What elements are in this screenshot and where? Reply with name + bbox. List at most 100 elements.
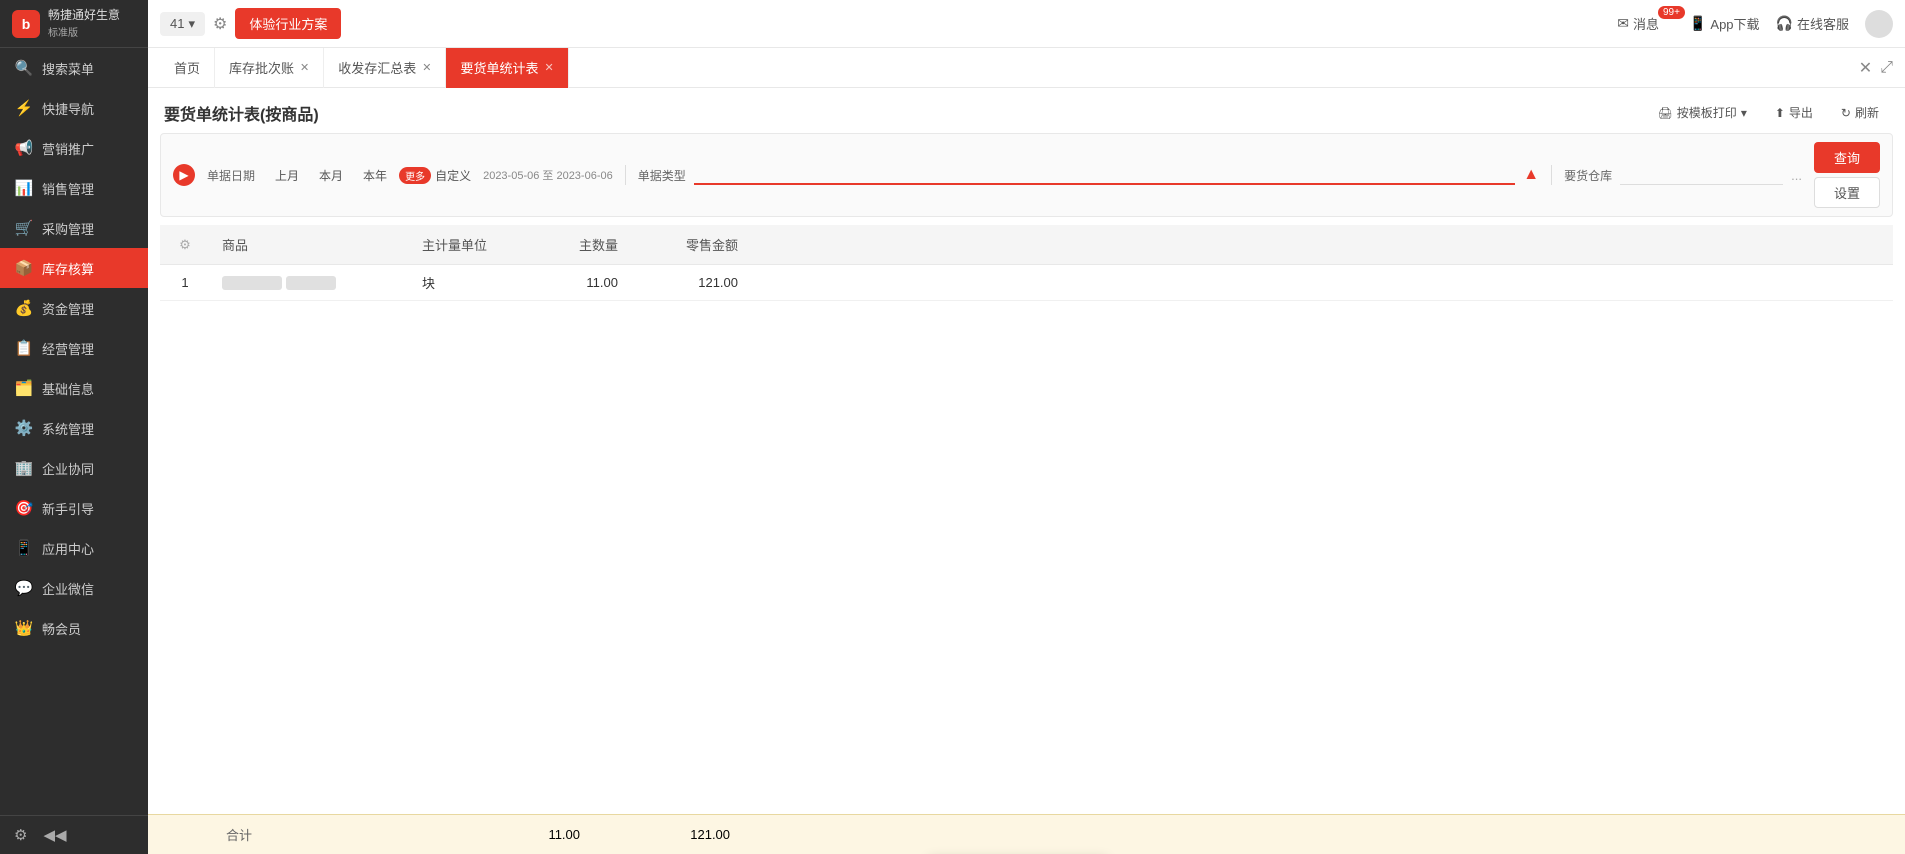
- date-range: 2023-05-06 至 2023-06-06: [483, 167, 613, 183]
- sidebar-label-purchase: 采购管理: [42, 219, 94, 238]
- sidebar-icon-inventory: 📦: [14, 258, 34, 278]
- tab-receivable-label: 收发存汇总表: [338, 58, 416, 77]
- app-name: 畅捷通好生意: [48, 8, 120, 24]
- table-row: 1 块 11.00 121.00: [160, 265, 1893, 301]
- date-more-badge[interactable]: 更多: [399, 167, 431, 184]
- table-col-qty: 主数量: [510, 225, 630, 265]
- topbar-settings-icon[interactable]: ⚙: [213, 14, 227, 34]
- sidebar-item-quick-nav[interactable]: ⚡ 快捷导航: [0, 88, 148, 128]
- sidebar-item-inventory[interactable]: 📦 库存核算: [0, 248, 148, 288]
- main-table: ⚙ 商品 主计量单位 主数量 零售金额 1 块 11.00: [160, 225, 1893, 301]
- sidebar-label-search: 搜索菜单: [42, 59, 94, 78]
- type-filter-input[interactable]: [694, 165, 1516, 185]
- sidebar-item-member[interactable]: 👑 畅会员: [0, 608, 148, 648]
- sidebar-item-sales[interactable]: 📊 销售管理: [0, 168, 148, 208]
- table-col-extra: [750, 225, 1893, 265]
- cell-qty-0: 11.00: [510, 265, 630, 301]
- sidebar-icon-guide: 🎯: [14, 498, 34, 518]
- sidebar-item-system[interactable]: ⚙️ 系统管理: [0, 408, 148, 448]
- date-this-year-btn[interactable]: 本年: [355, 165, 395, 186]
- footer-total-label: 合计: [210, 825, 252, 844]
- cell-unit-0: 块: [410, 265, 510, 301]
- tab-requisition-close[interactable]: ✕: [545, 61, 554, 74]
- app-download-item[interactable]: 📱 App下载: [1689, 14, 1760, 33]
- tabs-expand-icon[interactable]: ⤢: [1880, 59, 1893, 77]
- sidebar-icon-system: ⚙️: [14, 418, 34, 438]
- sidebar-label-system: 系统管理: [42, 419, 94, 438]
- topbar: 41 ▾ ⚙ 体验行业方案 ✉ 消息 99+ 📱 App下载 🎧 在线客服: [148, 0, 1905, 48]
- collapse-bottom-icon[interactable]: ◀◀: [43, 826, 66, 844]
- sidebar-icon-basic: 🗂️: [14, 378, 34, 398]
- footer-amount: 121.00: [610, 827, 730, 842]
- sidebar-icon-search: 🔍: [14, 58, 34, 78]
- refresh-icon: ↻: [1841, 106, 1851, 120]
- topbar-company-dropdown[interactable]: 41 ▾: [160, 12, 205, 36]
- table-col-unit: 主计量单位: [410, 225, 510, 265]
- date-custom-btn[interactable]: 自定义: [435, 167, 471, 184]
- export-btn[interactable]: ⬆ 导出: [1765, 100, 1823, 125]
- online-service-label: 在线客服: [1797, 14, 1849, 33]
- sidebar-item-operation[interactable]: 📋 经营管理: [0, 328, 148, 368]
- sidebar-item-app-center[interactable]: 📱 应用中心: [0, 528, 148, 568]
- tab-inventory-batch[interactable]: 库存批次账 ✕: [215, 48, 324, 88]
- tab-requisition-label: 要货单统计表: [460, 58, 538, 77]
- tabs-bar: 首页 库存批次账 ✕ 收发存汇总表 ✕ 要货单统计表 ✕ ✕ ⤢: [148, 48, 1905, 88]
- filter-expand-btn[interactable]: ▶: [173, 164, 195, 186]
- messages-item[interactable]: ✉ 消息 99+: [1617, 14, 1673, 33]
- date-last-month-btn[interactable]: 上月: [267, 165, 307, 186]
- print-template-btn[interactable]: 🖨 按模板打印 ▾: [1648, 100, 1757, 125]
- type-filter-label: 单据类型: [638, 167, 686, 184]
- table-footer: 合计 11.00 121.00: [148, 814, 1905, 854]
- sidebar-item-search[interactable]: 🔍 搜索菜单: [0, 48, 148, 88]
- messages-badge: 99+: [1658, 6, 1685, 19]
- sidebar-item-guide[interactable]: 🎯 新手引导: [0, 488, 148, 528]
- sidebar-label-member: 畅会员: [42, 619, 81, 638]
- cell-num-0: 1: [160, 265, 210, 301]
- refresh-btn[interactable]: ↻ 刷新: [1831, 100, 1889, 125]
- filter-settings-btn[interactable]: 设置: [1814, 177, 1880, 208]
- sidebar-label-app-center: 应用中心: [42, 539, 94, 558]
- sidebar-item-wechat[interactable]: 💬 企业微信: [0, 568, 148, 608]
- sidebar-item-enterprise[interactable]: 🏢 企业协同: [0, 448, 148, 488]
- query-btn[interactable]: 查询: [1814, 142, 1880, 173]
- filter-warehouse-group: 要货仓库 ...: [1564, 166, 1802, 185]
- topbar-right: ✉ 消息 99+ 📱 App下载 🎧 在线客服: [1617, 10, 1893, 38]
- dropdown-arrow-icon: ▾: [188, 16, 195, 32]
- tab-receivable-close[interactable]: ✕: [422, 61, 431, 74]
- user-avatar[interactable]: [1865, 10, 1893, 38]
- sidebar-item-purchase[interactable]: 🛒 采购管理: [0, 208, 148, 248]
- warehouse-filter-input[interactable]: [1620, 166, 1783, 185]
- tab-inventory-batch-label: 库存批次账: [229, 58, 294, 77]
- tabs-close-all-icon[interactable]: ✕: [1859, 58, 1872, 78]
- tab-inventory-batch-close[interactable]: ✕: [300, 61, 309, 74]
- table-col-goods: 商品: [210, 225, 410, 265]
- sidebar-icon-app-center: 📱: [14, 538, 34, 558]
- table-col-settings[interactable]: ⚙: [160, 225, 210, 265]
- tab-receivable[interactable]: 收发存汇总表 ✕: [324, 48, 446, 88]
- sidebar-icon-purchase: 🛒: [14, 218, 34, 238]
- tab-home[interactable]: 首页: [160, 48, 215, 88]
- page-header: 要货单统计表(按商品) 🖨 按模板打印 ▾ ⬆ 导出 ↻ 刷新: [148, 88, 1905, 133]
- phone-icon: 📱: [1689, 15, 1706, 32]
- warehouse-filter-label: 要货仓库: [1564, 167, 1612, 184]
- trial-btn[interactable]: 体验行业方案: [235, 8, 341, 39]
- filter-divider-1: [625, 165, 626, 185]
- page-actions: 🖨 按模板打印 ▾ ⬆ 导出 ↻ 刷新: [1648, 100, 1889, 125]
- tab-requisition[interactable]: 要货单统计表 ✕: [446, 48, 568, 88]
- settings-bottom-icon[interactable]: ⚙: [14, 826, 27, 844]
- warehouse-more-icon[interactable]: ...: [1791, 168, 1802, 183]
- sidebar-item-marketing[interactable]: 📢 营销推广: [0, 128, 148, 168]
- sidebar-item-finance[interactable]: 💰 资金管理: [0, 288, 148, 328]
- sidebar-logo: b 畅捷通好生意 标准版: [0, 0, 148, 48]
- tab-home-label: 首页: [174, 58, 200, 77]
- type-dropdown-icon[interactable]: ▲: [1523, 166, 1539, 184]
- date-this-month-btn[interactable]: 本月: [311, 165, 351, 186]
- sidebar-icon-sales: 📊: [14, 178, 34, 198]
- sidebar-label-operation: 经营管理: [42, 339, 94, 358]
- online-service-item[interactable]: 🎧 在线客服: [1776, 14, 1849, 33]
- print-dropdown-icon: ▾: [1741, 106, 1747, 120]
- app-download-label: App下载: [1710, 14, 1759, 33]
- print-label: 按模板打印: [1677, 104, 1737, 121]
- filter-divider-2: [1551, 165, 1552, 185]
- sidebar-item-basic[interactable]: 🗂️ 基础信息: [0, 368, 148, 408]
